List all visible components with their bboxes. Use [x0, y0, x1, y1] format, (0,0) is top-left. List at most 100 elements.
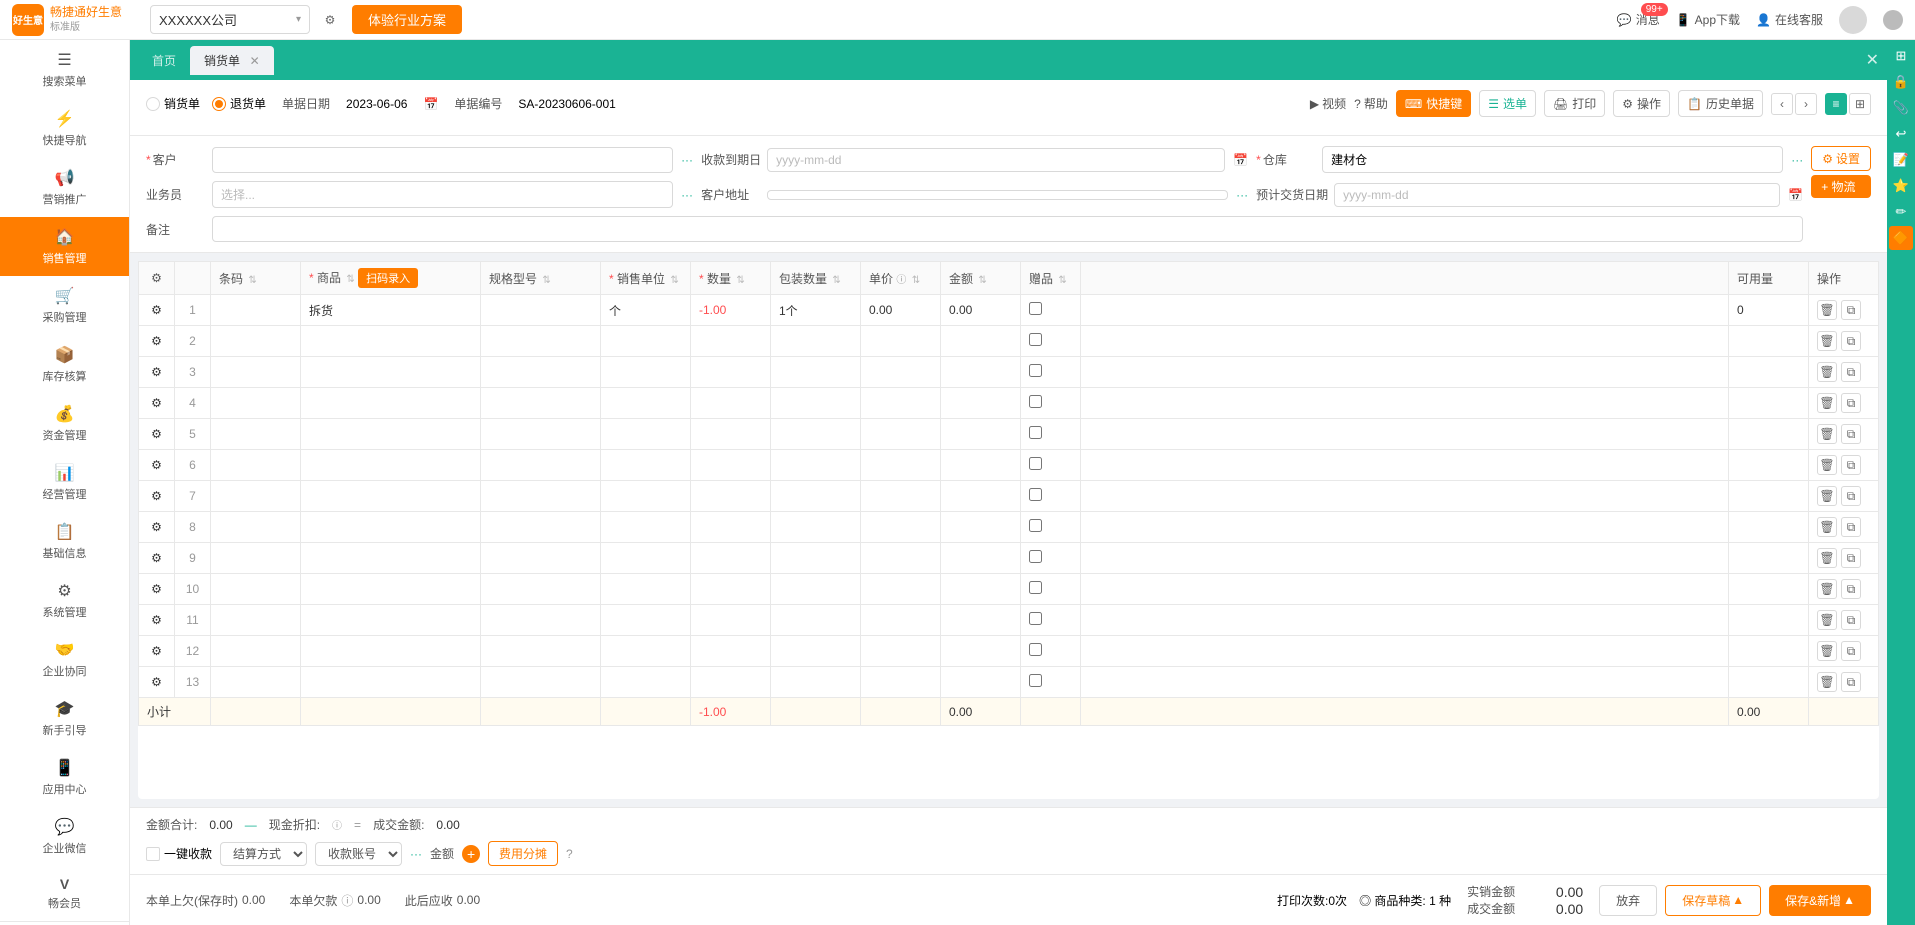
row-price-7[interactable] — [861, 512, 941, 543]
due-date-input[interactable]: yyyy-mm-dd — [767, 148, 1225, 172]
row-unit-5[interactable] — [601, 450, 691, 481]
sidebar-item-guide[interactable]: 🎓 新手引导 — [0, 689, 129, 748]
expense-split-button[interactable]: 费用分摊 — [488, 841, 558, 866]
row-product-9[interactable] — [301, 574, 481, 605]
salesman-dots[interactable]: ··· — [681, 188, 693, 202]
app-download-button[interactable]: 📱 App下载 — [1676, 11, 1740, 28]
row-pack-8[interactable] — [771, 543, 861, 574]
row-product-2[interactable] — [301, 357, 481, 388]
row-product-7[interactable] — [301, 512, 481, 543]
row-pack-10[interactable] — [771, 605, 861, 636]
row-barcode-0[interactable] — [211, 295, 301, 326]
row-copy-8[interactable]: ⧉ — [1841, 548, 1861, 568]
row-pack-5[interactable] — [771, 450, 861, 481]
message-button[interactable]: 💬 消息 99+ — [1617, 11, 1660, 28]
row-price-9[interactable] — [861, 574, 941, 605]
video-button[interactable]: ▶ 视频 — [1310, 95, 1346, 112]
ops-button[interactable]: ⚙ 操作 — [1613, 90, 1670, 117]
row-gift-7[interactable] — [1021, 512, 1081, 543]
row-amount-1[interactable] — [941, 326, 1021, 357]
row-amount-11[interactable] — [941, 636, 1021, 667]
setting-button[interactable]: ⚙ 设置 — [1811, 146, 1871, 171]
save-draft-button[interactable]: 保存草稿 ▲ — [1665, 885, 1761, 916]
row-amount-5[interactable] — [941, 450, 1021, 481]
row-amount-7[interactable] — [941, 512, 1021, 543]
row-unit-10[interactable] — [601, 605, 691, 636]
customer-dots[interactable]: ··· — [681, 153, 693, 167]
row-price-4[interactable] — [861, 419, 941, 450]
row-delete-6[interactable]: 🗑 — [1817, 486, 1837, 506]
row-delete-10[interactable]: 🗑 — [1817, 610, 1837, 630]
row-gift-10[interactable] — [1021, 605, 1081, 636]
row-delete-2[interactable]: 🗑 — [1817, 362, 1837, 382]
row-spec-0[interactable] — [481, 295, 601, 326]
row-unit-9[interactable] — [601, 574, 691, 605]
row-settings-5[interactable]: ⚙ — [139, 450, 175, 481]
history-button[interactable]: 📋 历史单据 — [1678, 90, 1763, 117]
row-qty-11[interactable] — [691, 636, 771, 667]
row-unit-11[interactable] — [601, 636, 691, 667]
right-panel-btn-3[interactable]: ↩ — [1889, 122, 1913, 146]
salesman-input[interactable]: 选择... — [212, 181, 673, 208]
calendar-icon[interactable]: 📅 — [423, 97, 438, 111]
row-settings-4[interactable]: ⚙ — [139, 419, 175, 450]
row-gift-12[interactable] — [1021, 667, 1081, 698]
row-product-4[interactable] — [301, 419, 481, 450]
row-barcode-5[interactable] — [211, 450, 301, 481]
addr-dots[interactable]: ··· — [1236, 188, 1248, 202]
sidebar-item-wechat[interactable]: 💬 企业微信 — [0, 807, 129, 866]
row-delete-0[interactable]: 🗑 — [1817, 300, 1837, 320]
row-barcode-4[interactable] — [211, 419, 301, 450]
account-select[interactable]: 收款账号 — [315, 842, 402, 866]
row-spec-7[interactable] — [481, 512, 601, 543]
row-delete-3[interactable]: 🗑 — [1817, 393, 1837, 413]
row-pack-1[interactable] — [771, 326, 861, 357]
row-product-5[interactable] — [301, 450, 481, 481]
row-product-1[interactable] — [301, 326, 481, 357]
sidebar-item-purchase[interactable]: 🛒 采购管理 — [0, 276, 129, 335]
avatar[interactable] — [1839, 6, 1867, 34]
due-date-calendar-icon[interactable]: 📅 — [1233, 153, 1248, 167]
sidebar-item-member[interactable]: V 畅会员 — [0, 866, 129, 921]
row-amount-2[interactable] — [941, 357, 1021, 388]
row-settings-8[interactable]: ⚙ — [139, 543, 175, 574]
row-qty-6[interactable] — [691, 481, 771, 512]
row-copy-10[interactable]: ⧉ — [1841, 610, 1861, 630]
row-settings-0[interactable]: ⚙ — [139, 295, 175, 326]
row-unit-4[interactable] — [601, 419, 691, 450]
row-delete-4[interactable]: 🗑 — [1817, 424, 1837, 444]
row-amount-9[interactable] — [941, 574, 1021, 605]
row-gift-6[interactable] — [1021, 481, 1081, 512]
shortcut-button[interactable]: ⌨ 快捷键 — [1396, 90, 1471, 117]
row-spec-1[interactable] — [481, 326, 601, 357]
row-unit-1[interactable] — [601, 326, 691, 357]
row-gift-4[interactable] — [1021, 419, 1081, 450]
row-qty-2[interactable] — [691, 357, 771, 388]
row-spec-3[interactable] — [481, 388, 601, 419]
row-price-8[interactable] — [861, 543, 941, 574]
sidebar-item-sales[interactable]: 🏠 销售管理 — [0, 217, 129, 276]
row-delete-1[interactable]: 🗑 — [1817, 331, 1837, 351]
row-unit-6[interactable] — [601, 481, 691, 512]
row-product-6[interactable] — [301, 481, 481, 512]
row-qty-9[interactable] — [691, 574, 771, 605]
row-settings-2[interactable]: ⚙ — [139, 357, 175, 388]
sidebar-item-app-center[interactable]: 📱 应用中心 — [0, 748, 129, 807]
row-copy-12[interactable]: ⧉ — [1841, 672, 1861, 692]
row-product-10[interactable] — [301, 605, 481, 636]
row-qty-8[interactable] — [691, 543, 771, 574]
row-price-6[interactable] — [861, 481, 941, 512]
row-qty-5[interactable] — [691, 450, 771, 481]
row-barcode-2[interactable] — [211, 357, 301, 388]
row-gift-0[interactable] — [1021, 295, 1081, 326]
select-order-button[interactable]: ☰ 选单 — [1479, 90, 1536, 117]
prev-arrow[interactable]: ‹ — [1771, 93, 1793, 115]
row-price-5[interactable] — [861, 450, 941, 481]
add-button[interactable]: + — [462, 845, 480, 863]
warehouse-dots[interactable]: ··· — [1791, 153, 1803, 167]
row-gift-1[interactable] — [1021, 326, 1081, 357]
row-gift-11[interactable] — [1021, 636, 1081, 667]
row-spec-2[interactable] — [481, 357, 601, 388]
row-amount-8[interactable] — [941, 543, 1021, 574]
tab-home[interactable]: 首页 — [138, 46, 190, 75]
